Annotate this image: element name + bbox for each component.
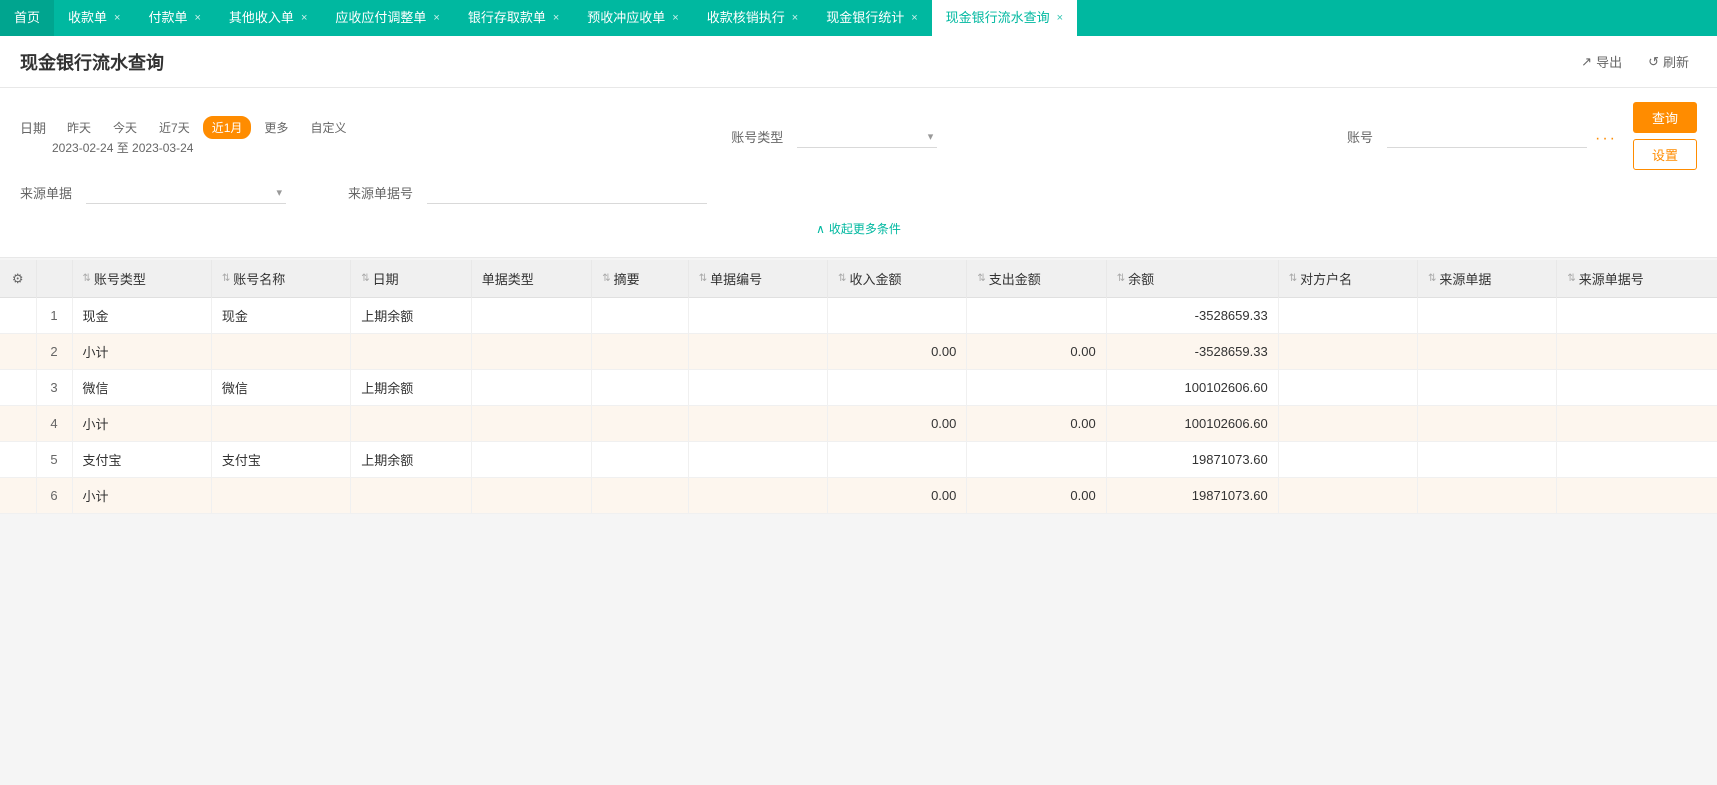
close-icon[interactable]: × (194, 0, 200, 36)
close-icon[interactable]: × (301, 0, 307, 36)
date-btn-custom[interactable]: 自定义 (301, 116, 355, 139)
close-icon[interactable]: × (1057, 0, 1063, 36)
table-row: 1现金现金上期余额-3528659.33 (0, 298, 1717, 334)
header-actions: ↗ 导出 ↺ 刷新 (1573, 48, 1697, 75)
nav-cash-bank-flow[interactable]: 现金银行流水查询 × (932, 0, 1077, 36)
filter-row-date: 日期 昨天 今天 近7天 近1月 更多 自定义 2023-02-24 至 202… (20, 102, 1697, 170)
nav-payment[interactable]: 付款单 × (134, 0, 214, 36)
account-type-select-wrapper: 现金 微信 支付宝 银行 ▾ (797, 124, 937, 148)
nav-receipt[interactable]: 收款单 × (54, 0, 134, 36)
source-doc-select-wrapper: ▾ (86, 180, 286, 204)
col-doc-type: 单据类型 (471, 260, 592, 298)
col-doc-no[interactable]: ⇅ 单据编号 (688, 260, 827, 298)
page-header: 现金银行流水查询 ↗ 导出 ↺ 刷新 (0, 36, 1717, 88)
top-navigation: 首页 收款单 × 付款单 × 其他收入单 × 应收应付调整单 × 银行存取款单 … (0, 0, 1717, 36)
sort-icon: ⇅ (699, 273, 707, 284)
nav-bank-deposit[interactable]: 银行存取款单 × (454, 0, 573, 36)
source-doc-no-label: 来源单据号 (348, 183, 413, 202)
sort-icon: ⇅ (1567, 273, 1575, 284)
filter-row-source: 来源单据 ▾ 来源单据号 (20, 180, 1697, 204)
date-btn-yesterday[interactable]: 昨天 (58, 116, 100, 139)
refresh-icon: ↺ (1648, 54, 1659, 70)
sort-icon: ⇅ (602, 273, 610, 284)
col-row-num (36, 260, 72, 298)
table-row: 6小计0.000.0019871073.60 (0, 478, 1717, 514)
nav-prepay-offset[interactable]: 预收冲应收单 × (573, 0, 692, 36)
sort-icon: ⇅ (1117, 273, 1125, 284)
table-header-row: ⚙ ⇅ 账号类型 ⇅ 账号名称 ⇅ (0, 260, 1717, 298)
sort-icon: ⇅ (361, 273, 369, 284)
account-input[interactable] (1387, 124, 1587, 148)
export-button[interactable]: ↗ 导出 (1573, 48, 1630, 75)
date-btn-today[interactable]: 今天 (104, 116, 146, 139)
account-type-label: 账号类型 (731, 127, 783, 146)
close-icon[interactable]: × (433, 0, 439, 36)
col-settings[interactable]: ⚙ (0, 260, 36, 298)
date-btn-more[interactable]: 更多 (255, 116, 297, 139)
table-body: 1现金现金上期余额-3528659.332小计0.000.00-3528659.… (0, 298, 1717, 514)
col-account-name[interactable]: ⇅ 账号名称 (211, 260, 350, 298)
date-btn-7days[interactable]: 近7天 (150, 116, 199, 139)
sort-icon: ⇅ (1428, 273, 1436, 284)
date-btn-1month[interactable]: 近1月 (203, 116, 252, 139)
refresh-button[interactable]: ↺ 刷新 (1640, 48, 1697, 75)
close-icon[interactable]: × (911, 0, 917, 36)
date-label: 日期 (20, 118, 46, 137)
sort-icon: ⇅ (222, 273, 230, 284)
more-dots-btn[interactable]: ··· (1595, 130, 1617, 148)
sort-icon: ⇅ (1289, 273, 1297, 284)
sort-icon: ⇅ (838, 273, 846, 284)
close-icon[interactable]: × (553, 0, 559, 36)
table-row: 3微信微信上期余额100102606.60 (0, 370, 1717, 406)
col-income[interactable]: ⇅ 收入金额 (828, 260, 967, 298)
gear-icon: ⚙ (12, 271, 24, 286)
date-section: 日期 昨天 今天 近7天 近1月 更多 自定义 2023-02-24 至 202… (20, 116, 355, 156)
page-title: 现金银行流水查询 (20, 49, 164, 75)
sort-icon: ⇅ (977, 273, 985, 284)
account-type-group: 账号类型 现金 微信 支付宝 银行 ▾ (731, 124, 971, 148)
source-doc-select[interactable] (86, 180, 286, 204)
date-range-text: 2023-02-24 至 2023-03-24 (52, 141, 193, 155)
action-buttons: 查询 设置 (1633, 102, 1697, 170)
query-button[interactable]: 查询 (1633, 102, 1697, 133)
close-icon[interactable]: × (792, 0, 798, 36)
filter-area: 日期 昨天 今天 近7天 近1月 更多 自定义 2023-02-24 至 202… (0, 88, 1717, 258)
table-row: 5支付宝支付宝上期余额19871073.60 (0, 442, 1717, 478)
source-doc-no-input[interactable] (427, 180, 707, 204)
nav-home[interactable]: 首页 (0, 0, 54, 36)
source-doc-group: 来源单据 ▾ (20, 180, 300, 204)
source-doc-label: 来源单据 (20, 183, 72, 202)
sort-icon: ⇅ (83, 273, 91, 284)
col-expend[interactable]: ⇅ 支出金额 (967, 260, 1106, 298)
col-counterpart[interactable]: ⇅ 对方户名 (1278, 260, 1417, 298)
nav-ar-ap-adjust[interactable]: 应收应付调整单 × (321, 0, 453, 36)
col-summary[interactable]: ⇅ 摘要 (592, 260, 688, 298)
close-icon[interactable]: × (114, 0, 120, 36)
col-account-type[interactable]: ⇅ 账号类型 (72, 260, 211, 298)
collapse-up-icon: ∧ (816, 222, 825, 236)
col-source-doc[interactable]: ⇅ 来源单据 (1418, 260, 1557, 298)
date-buttons: 昨天 今天 近7天 近1月 更多 自定义 (58, 116, 355, 139)
collapse-bar[interactable]: ∧ 收起更多条件 (20, 214, 1697, 243)
col-balance[interactable]: ⇅ 余额 (1106, 260, 1278, 298)
table-row: 4小计0.000.00100102606.60 (0, 406, 1717, 442)
account-type-select[interactable]: 现金 微信 支付宝 银行 (797, 124, 937, 148)
close-icon[interactable]: × (672, 0, 678, 36)
nav-collection-verify[interactable]: 收款核销执行 × (693, 0, 812, 36)
nav-cash-bank-stats[interactable]: 现金银行统计 × (812, 0, 931, 36)
source-doc-no-group: 来源单据号 (348, 180, 707, 204)
col-date[interactable]: ⇅ 日期 (351, 260, 472, 298)
col-source-doc-no[interactable]: ⇅ 来源单据号 (1557, 260, 1717, 298)
table-container: ⚙ ⇅ 账号类型 ⇅ 账号名称 ⇅ (0, 260, 1717, 514)
settings-button[interactable]: 设置 (1633, 139, 1697, 170)
export-icon: ↗ (1581, 54, 1592, 70)
account-label: 账号 (1347, 127, 1373, 146)
account-group: 账号 ··· (1347, 124, 1625, 148)
table-row: 2小计0.000.00-3528659.33 (0, 334, 1717, 370)
data-table: ⚙ ⇅ 账号类型 ⇅ 账号名称 ⇅ (0, 260, 1717, 514)
nav-other-income[interactable]: 其他收入单 × (215, 0, 321, 36)
